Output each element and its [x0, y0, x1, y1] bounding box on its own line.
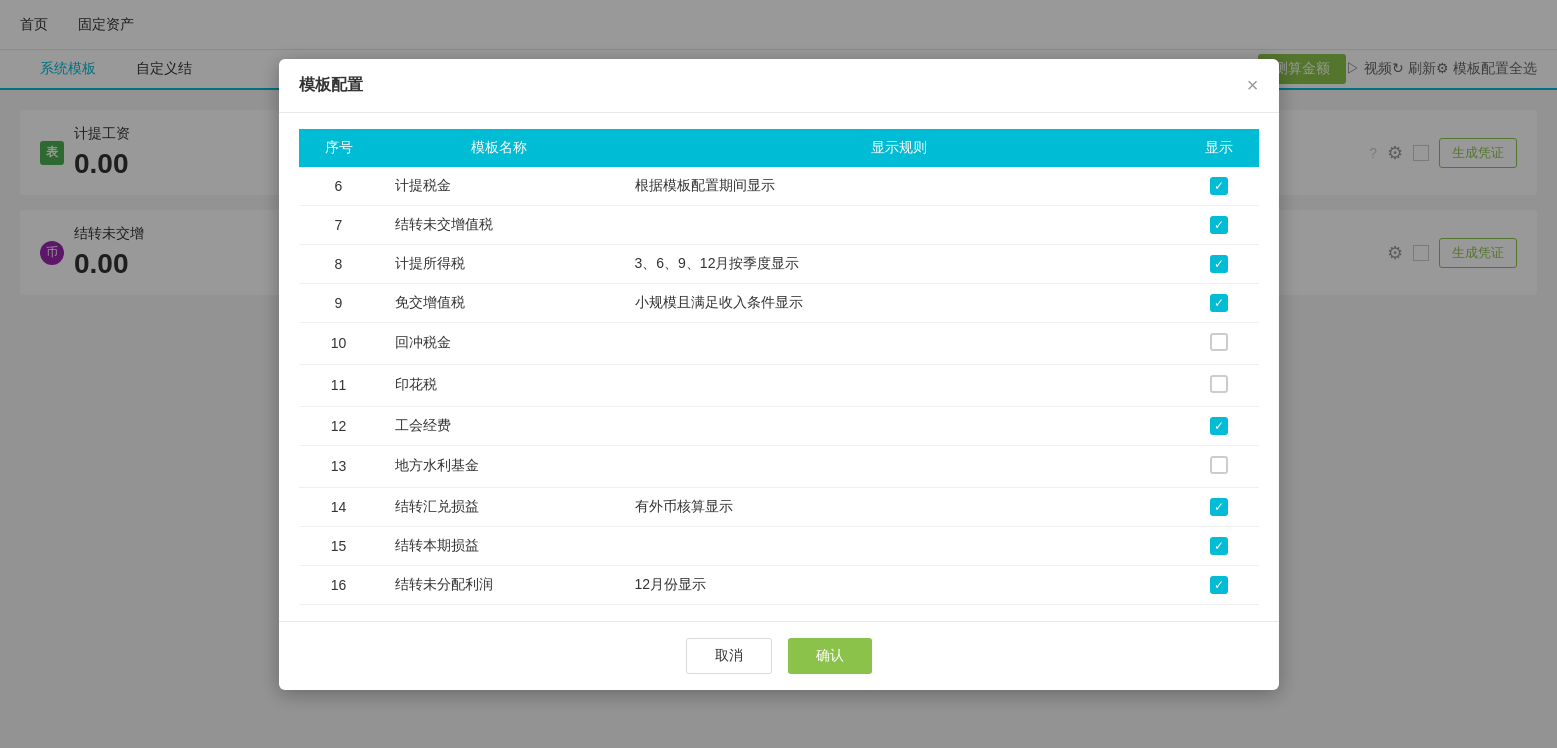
- col-show: 显示: [1179, 129, 1259, 167]
- confirm-button[interactable]: 确认: [788, 638, 872, 674]
- row-rule: [619, 322, 1179, 364]
- table-row: 11印花税: [299, 364, 1259, 406]
- table-row: 13地方水利基金: [299, 445, 1259, 487]
- row-check[interactable]: ✓: [1179, 283, 1259, 322]
- col-index: 序号: [299, 129, 379, 167]
- row-index: 9: [299, 283, 379, 322]
- row-check[interactable]: [1179, 322, 1259, 364]
- checkbox-icon[interactable]: ✓: [1210, 216, 1228, 234]
- table-wrapper: 序号 模板名称 显示规则 显示 6计提税金根据模板配置期间显示✓7结转未交增值税…: [299, 129, 1259, 605]
- table-row: 15结转本期损益 ✓: [299, 526, 1259, 565]
- row-check[interactable]: ✓: [1179, 167, 1259, 206]
- checkbox-icon[interactable]: ✓: [1210, 177, 1228, 195]
- row-check[interactable]: ✓: [1179, 526, 1259, 565]
- checkbox-icon[interactable]: ✓: [1210, 417, 1228, 435]
- table-body: 6计提税金根据模板配置期间显示✓7结转未交增值税✓8计提所得税3、6、9、12月…: [299, 167, 1259, 605]
- row-name: 计提税金: [379, 167, 619, 206]
- row-check[interactable]: [1179, 445, 1259, 487]
- template-config-modal: 模板配置 × 序号 模板名称 显示规则 显示 6计提税金根据模板配置期间显: [279, 59, 1279, 690]
- row-index: 16: [299, 565, 379, 604]
- modal-header: 模板配置 ×: [279, 59, 1279, 113]
- row-index: 7: [299, 205, 379, 244]
- row-rule: [619, 445, 1179, 487]
- cancel-button[interactable]: 取消: [686, 638, 772, 674]
- row-index: 10: [299, 322, 379, 364]
- row-name: 地方水利基金: [379, 445, 619, 487]
- row-rule: [619, 364, 1179, 406]
- row-rule: 有外币核算显示: [619, 487, 1179, 526]
- row-index: 12: [299, 406, 379, 445]
- table-row: 6计提税金根据模板配置期间显示 ✓: [299, 167, 1259, 206]
- row-index: 13: [299, 445, 379, 487]
- modal-close-button[interactable]: ×: [1247, 75, 1259, 95]
- row-rule: 小规模且满足收入条件显示: [619, 283, 1179, 322]
- row-name: 结转本期损益: [379, 526, 619, 565]
- row-rule: [619, 205, 1179, 244]
- row-name: 印花税: [379, 364, 619, 406]
- modal-overlay: 模板配置 × 序号 模板名称 显示规则 显示 6计提税金根据模板配置期间显: [0, 0, 1557, 748]
- modal-title: 模板配置: [299, 75, 363, 96]
- row-name: 结转汇兑损益: [379, 487, 619, 526]
- checkbox-icon[interactable]: ✓: [1210, 255, 1228, 273]
- table-row: 9免交增值税小规模且满足收入条件显示 ✓: [299, 283, 1259, 322]
- checkbox-icon[interactable]: ✓: [1210, 294, 1228, 312]
- row-name: 计提所得税: [379, 244, 619, 283]
- row-name: 工会经费: [379, 406, 619, 445]
- row-name: 回冲税金: [379, 322, 619, 364]
- row-check[interactable]: ✓: [1179, 406, 1259, 445]
- row-check[interactable]: ✓: [1179, 565, 1259, 604]
- modal-footer: 取消 确认: [279, 621, 1279, 690]
- row-index: 14: [299, 487, 379, 526]
- row-name: 结转未分配利润: [379, 565, 619, 604]
- table-row: 12工会经费 ✓: [299, 406, 1259, 445]
- modal-body: 序号 模板名称 显示规则 显示 6计提税金根据模板配置期间显示✓7结转未交增值税…: [279, 113, 1279, 621]
- row-rule: 3、6、9、12月按季度显示: [619, 244, 1179, 283]
- table-row: 7结转未交增值税 ✓: [299, 205, 1259, 244]
- table-row: 16结转未分配利润12月份显示 ✓: [299, 565, 1259, 604]
- checkbox-icon[interactable]: ✓: [1210, 498, 1228, 516]
- table-row: 10回冲税金: [299, 322, 1259, 364]
- row-check[interactable]: [1179, 364, 1259, 406]
- row-rule: 12月份显示: [619, 565, 1179, 604]
- row-name: 结转未交增值税: [379, 205, 619, 244]
- row-index: 6: [299, 167, 379, 206]
- row-index: 11: [299, 364, 379, 406]
- checkbox-icon[interactable]: [1210, 456, 1228, 474]
- row-rule: 根据模板配置期间显示: [619, 167, 1179, 206]
- config-table: 序号 模板名称 显示规则 显示 6计提税金根据模板配置期间显示✓7结转未交增值税…: [299, 129, 1259, 605]
- checkbox-icon[interactable]: ✓: [1210, 537, 1228, 555]
- table-row: 14结转汇兑损益有外币核算显示 ✓: [299, 487, 1259, 526]
- row-index: 15: [299, 526, 379, 565]
- row-rule: [619, 406, 1179, 445]
- row-name: 免交增值税: [379, 283, 619, 322]
- row-check[interactable]: ✓: [1179, 244, 1259, 283]
- row-index: 8: [299, 244, 379, 283]
- checkbox-icon[interactable]: ✓: [1210, 576, 1228, 594]
- col-rule: 显示规则: [619, 129, 1179, 167]
- checkbox-icon[interactable]: [1210, 375, 1228, 393]
- table-row: 8计提所得税3、6、9、12月按季度显示 ✓: [299, 244, 1259, 283]
- table-header: 序号 模板名称 显示规则 显示: [299, 129, 1259, 167]
- checkbox-icon[interactable]: [1210, 333, 1228, 351]
- col-name: 模板名称: [379, 129, 619, 167]
- row-check[interactable]: ✓: [1179, 487, 1259, 526]
- row-check[interactable]: ✓: [1179, 205, 1259, 244]
- row-rule: [619, 526, 1179, 565]
